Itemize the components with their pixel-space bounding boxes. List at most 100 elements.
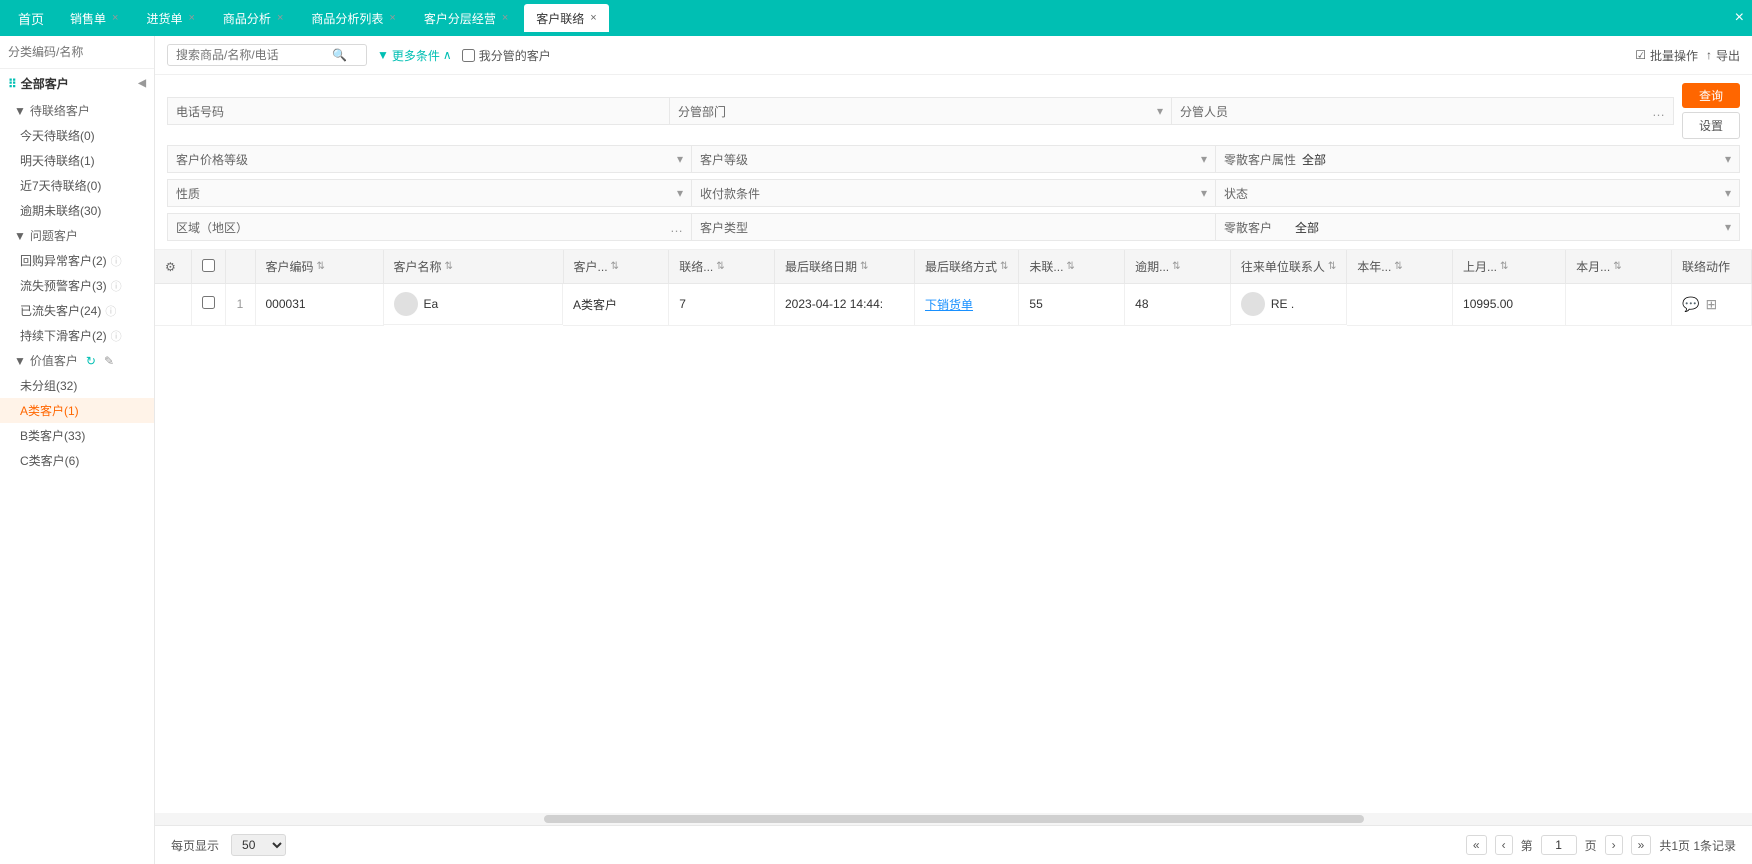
person-more-btn[interactable]: …: [1652, 104, 1665, 119]
nav-tab-customer-contact-close[interactable]: ×: [590, 12, 596, 24]
sidebar-item-tomorrow[interactable]: 明天待联络(1): [0, 148, 154, 173]
nav-tab-purchase-close[interactable]: ×: [188, 12, 194, 24]
filter-retail[interactable]: 零散客户 全部 ▾: [1216, 213, 1740, 241]
sidebar-item-a-class[interactable]: A类客户(1): [0, 398, 154, 423]
last-page-btn[interactable]: »: [1631, 835, 1652, 855]
grid-action-icon[interactable]: ⊞: [1705, 296, 1717, 313]
search-input[interactable]: [176, 48, 326, 62]
info-icon-1[interactable]: ⓘ: [111, 253, 122, 269]
th-unit-contact[interactable]: 往来单位联系人 ⇅: [1230, 250, 1346, 284]
retail-dropdown[interactable]: ▾: [1725, 220, 1731, 234]
nav-tab-product-list-close[interactable]: ×: [389, 12, 395, 24]
sidebar-item-today[interactable]: 今天待联络(0): [0, 123, 154, 148]
nav-home[interactable]: 首页: [8, 9, 54, 28]
customer-name-text[interactable]: Ea: [424, 297, 439, 311]
td-settings: [155, 284, 191, 326]
filter-dept[interactable]: 分管部门 ▾: [670, 97, 1172, 125]
sidebar-all-customers[interactable]: ⠿ 全部客户 ◀: [0, 69, 154, 98]
th-type[interactable]: 客户... ⇅: [563, 250, 669, 284]
more-conditions-btn[interactable]: ▼ 更多条件 ∧: [377, 47, 452, 64]
chat-icon[interactable]: 💬: [1682, 296, 1699, 313]
filter-region[interactable]: 区域（地区） …: [167, 213, 692, 241]
nav-tab-purchase[interactable]: 进货单 ×: [134, 4, 206, 32]
region-more-btn[interactable]: …: [670, 220, 683, 235]
search-icon[interactable]: 🔍: [332, 48, 347, 62]
filter-retail-attr[interactable]: 零散客户属性 全部 ▾: [1216, 145, 1740, 173]
query-button[interactable]: 查询: [1682, 83, 1740, 108]
filter-customer-grade[interactable]: 客户等级 ▾: [692, 145, 1216, 173]
page-size-select[interactable]: 50 100 200: [231, 834, 286, 856]
select-all-checkbox[interactable]: [202, 259, 215, 272]
sidebar-group-problem[interactable]: ▼ 问题客户: [0, 223, 154, 248]
status-dropdown[interactable]: ▾: [1725, 186, 1731, 200]
nav-tab-sales[interactable]: 销售单 ×: [58, 4, 130, 32]
payment-dropdown[interactable]: ▾: [1201, 186, 1207, 200]
nav-tab-sales-close[interactable]: ×: [112, 12, 118, 24]
my-customers-checkbox[interactable]: 我分管的客户: [462, 47, 551, 64]
table-settings-icon[interactable]: ⚙: [165, 260, 176, 274]
th-name[interactable]: 客户名称 ⇅: [383, 250, 563, 284]
info-icon-2[interactable]: ⓘ: [111, 278, 122, 294]
filter-status[interactable]: 状态 ▾: [1216, 179, 1740, 207]
refresh-icon[interactable]: ↻: [86, 354, 96, 368]
nav-tab-product-list[interactable]: 商品分析列表 ×: [299, 4, 407, 32]
dept-dropdown-icon[interactable]: ▾: [1157, 104, 1163, 118]
th-uncontacted[interactable]: 未联... ⇅: [1019, 250, 1125, 284]
export-button[interactable]: ↑ 导出: [1706, 47, 1740, 64]
next-page-btn[interactable]: ›: [1605, 835, 1623, 855]
close-all-tabs[interactable]: ×: [1735, 9, 1744, 27]
sidebar-group-pending[interactable]: ▼ 待联络客户: [0, 98, 154, 123]
horizontal-scrollbar[interactable]: [155, 813, 1752, 825]
info-icon-3[interactable]: ⓘ: [105, 303, 116, 319]
nav-tab-customer-segment[interactable]: 客户分层经营 ×: [412, 4, 520, 32]
th-last-method[interactable]: 最后联络方式 ⇅: [915, 250, 1019, 284]
filter-nature[interactable]: 性质 ▾: [167, 179, 692, 207]
nav-tab-customer-segment-close[interactable]: ×: [502, 12, 508, 24]
pending-contact-label: 待联络客户: [30, 102, 90, 119]
info-icon-4[interactable]: ⓘ: [111, 328, 122, 344]
th-contact[interactable]: 联络... ⇅: [669, 250, 775, 284]
sidebar-search-input[interactable]: [8, 45, 155, 59]
sidebar-group-value[interactable]: ▼ 价值客户 ↻ ✎: [0, 348, 154, 373]
batch-op-button[interactable]: ☑ 批量操作: [1635, 47, 1698, 64]
prev-page-btn[interactable]: ‹: [1495, 835, 1513, 855]
sidebar-item-c-class[interactable]: C类客户(6): [0, 448, 154, 473]
th-last-date[interactable]: 最后联络日期 ⇅: [775, 250, 915, 284]
scrollbar-thumb[interactable]: [544, 815, 1364, 823]
sidebar-item-churned[interactable]: 已流失客户(24) ⓘ: [0, 298, 154, 323]
first-page-btn[interactable]: «: [1466, 835, 1487, 855]
th-this-month[interactable]: 本月... ⇅: [1566, 250, 1672, 284]
th-code[interactable]: 客户编码 ⇅: [255, 250, 383, 284]
nature-dropdown[interactable]: ▾: [677, 186, 683, 200]
sidebar-item-7days[interactable]: 近7天待联络(0): [0, 173, 154, 198]
row-checkbox[interactable]: [202, 296, 215, 309]
data-table-area: ⚙ 客户编码 ⇅: [155, 250, 1752, 813]
customer-grade-label: 客户等级: [700, 151, 765, 168]
filter-payment[interactable]: 收付款条件 ▾: [692, 179, 1216, 207]
sidebar-item-declining[interactable]: 持续下滑客户(2) ⓘ: [0, 323, 154, 348]
sidebar-item-b-class[interactable]: B类客户(33): [0, 423, 154, 448]
my-customers-check[interactable]: [462, 49, 475, 62]
repurchase-label: 回购异常客户(2): [20, 252, 107, 269]
last-method-link[interactable]: 下销货单: [925, 298, 973, 312]
page-number-input[interactable]: [1541, 835, 1577, 855]
sidebar-item-ungroup[interactable]: 未分组(32): [0, 373, 154, 398]
nav-tab-customer-contact[interactable]: 客户联络 ×: [524, 4, 608, 32]
customer-grade-dropdown[interactable]: ▾: [1201, 152, 1207, 166]
sidebar-item-overdue[interactable]: 逾期未联络(30): [0, 198, 154, 223]
settings-button[interactable]: 设置: [1682, 112, 1740, 139]
nav-tab-product-analysis[interactable]: 商品分析 ×: [211, 4, 295, 32]
filter-person[interactable]: 分管人员 …: [1172, 97, 1674, 125]
sidebar-item-churn-warning[interactable]: 流失预警客户(3) ⓘ: [0, 273, 154, 298]
th-last-month[interactable]: 上月... ⇅: [1453, 250, 1566, 284]
retail-attr-dropdown[interactable]: ▾: [1725, 152, 1731, 166]
edit-value-icon[interactable]: ✎: [104, 354, 114, 368]
sidebar-item-repurchase-abnormal[interactable]: 回购异常客户(2) ⓘ: [0, 248, 154, 273]
th-settings[interactable]: ⚙: [155, 250, 191, 284]
th-this-year[interactable]: 本年... ⇅: [1347, 250, 1453, 284]
a-class-label: A类客户(1): [20, 402, 79, 419]
price-grade-dropdown[interactable]: ▾: [677, 152, 683, 166]
th-overdue[interactable]: 逾期... ⇅: [1125, 250, 1231, 284]
filter-price-grade[interactable]: 客户价格等级 ▾: [167, 145, 692, 173]
nav-tab-product-analysis-close[interactable]: ×: [277, 12, 283, 24]
